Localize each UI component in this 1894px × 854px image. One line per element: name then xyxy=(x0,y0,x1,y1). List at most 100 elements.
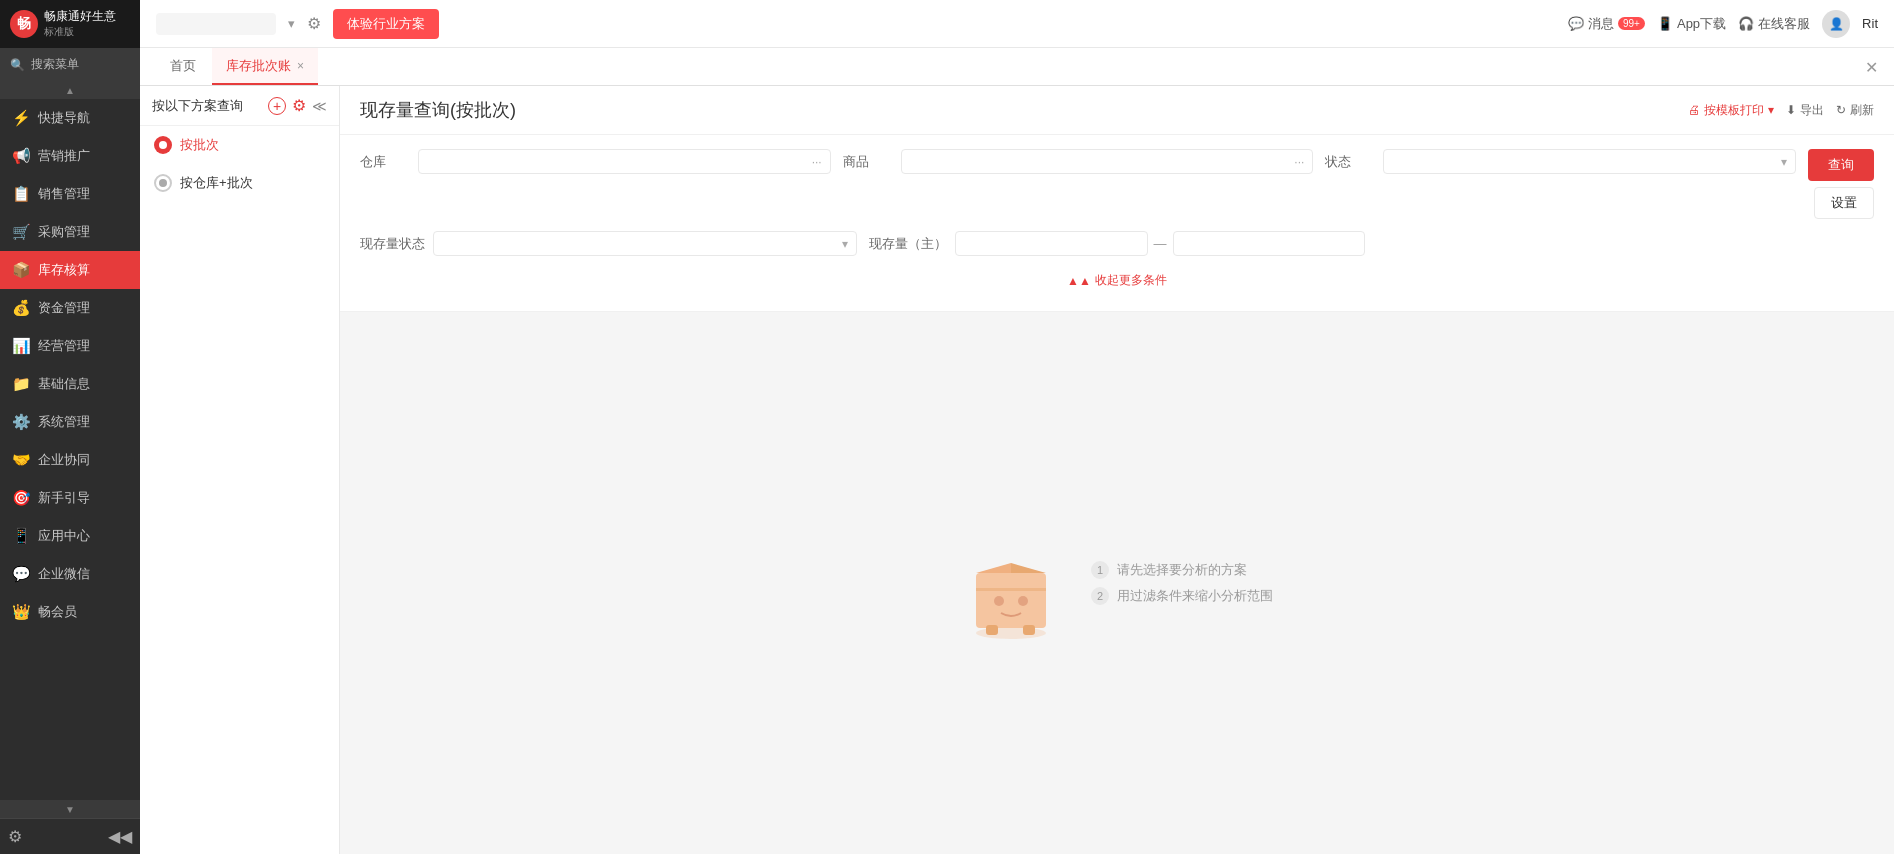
collapse-bar[interactable]: ▲▲ 收起更多条件 xyxy=(360,264,1874,297)
print-dropdown-icon[interactable]: ▾ xyxy=(1768,103,1774,117)
export-button[interactable]: ⬇ 导出 xyxy=(1786,102,1824,119)
sidebar-item-system[interactable]: ⚙️ 系统管理 xyxy=(0,403,140,441)
member-icon: 👑 xyxy=(12,603,30,621)
sidebar-scroll-up[interactable]: ▲ xyxy=(0,81,140,99)
stock-status-wrap: ▾ xyxy=(433,231,857,256)
svg-marker-3 xyxy=(976,563,1011,573)
warehouse-input-wrap: ··· xyxy=(418,149,831,174)
sidebar-item-marketing[interactable]: 📢 营销推广 xyxy=(0,137,140,175)
tab-home[interactable]: 首页 xyxy=(156,48,210,85)
topbar-settings-icon[interactable]: ⚙ xyxy=(307,14,321,33)
sidebar-item-wechat[interactable]: 💬 企业微信 xyxy=(0,555,140,593)
app-title: 畅康通好生意 xyxy=(44,9,116,25)
sidebar-nav: ⚡ 快捷导航 📢 营销推广 📋 销售管理 🛒 采购管理 📦 库存核算 💰 资金管… xyxy=(0,99,140,800)
plan-item-by-warehouse[interactable]: 按仓库+批次 xyxy=(140,164,339,202)
main-area: ▾ ⚙ 体验行业方案 💬 消息 99+ 📱 App下载 🎧 在线客服 👤 Rit… xyxy=(140,0,1894,854)
messages-action[interactable]: 💬 消息 99+ xyxy=(1568,15,1645,33)
wechat-icon: 💬 xyxy=(12,565,30,583)
sidebar-search-item[interactable]: 🔍 搜索菜单 xyxy=(0,48,140,81)
topbar-dropdown-icon[interactable]: ▾ xyxy=(288,16,295,31)
refresh-button[interactable]: ↻ 刷新 xyxy=(1836,102,1874,119)
settings-plan-icon[interactable]: ⚙ xyxy=(292,96,306,115)
sidebar-item-enterprise[interactable]: 🤝 企业协同 xyxy=(0,441,140,479)
goods-more-icon[interactable]: ··· xyxy=(1294,155,1304,169)
left-panel-actions: + ⚙ ≪ xyxy=(268,96,327,115)
sidebar-item-label: 系统管理 xyxy=(38,413,90,431)
tabbar-close-button[interactable]: ✕ xyxy=(1865,57,1878,76)
stock-status-dropdown[interactable]: ▾ xyxy=(842,237,848,251)
hint-text-1: 请先选择要分析的方案 xyxy=(1117,561,1247,579)
collapse-sidebar-icon[interactable]: ◀◀ xyxy=(108,827,132,846)
sidebar-item-quick-nav[interactable]: ⚡ 快捷导航 xyxy=(0,99,140,137)
settings-icon[interactable]: ⚙ xyxy=(8,827,22,846)
stock-status-input[interactable] xyxy=(442,236,838,251)
user-avatar[interactable]: 👤 xyxy=(1822,10,1850,38)
phone-icon: 📱 xyxy=(1657,16,1673,31)
goods-input[interactable] xyxy=(910,154,1291,169)
tab-home-label: 首页 xyxy=(170,57,196,75)
svg-rect-9 xyxy=(1023,625,1035,635)
left-panel: 按以下方案查询 + ⚙ ≪ 按批次 按仓库+批次 xyxy=(140,86,340,854)
empty-state: 1 请先选择要分析的方案 2 用过滤条件来缩小分析范围 xyxy=(340,312,1894,854)
tab-close-icon[interactable]: × xyxy=(297,60,304,72)
sidebar-item-basics[interactable]: 📁 基础信息 xyxy=(0,365,140,403)
collapse-up-icon: ▲▲ xyxy=(1067,274,1091,288)
sidebar-item-finance[interactable]: 💰 资金管理 xyxy=(0,289,140,327)
status-input[interactable] xyxy=(1392,154,1777,169)
query-button[interactable]: 查询 xyxy=(1808,149,1874,181)
trial-button[interactable]: 体验行业方案 xyxy=(333,9,439,39)
finance-icon: 💰 xyxy=(12,299,30,317)
sidebar-item-label: 销售管理 xyxy=(38,185,90,203)
empty-text-area: 1 请先选择要分析的方案 2 用过滤条件来缩小分析范围 xyxy=(1091,561,1273,605)
sidebar-item-newbie[interactable]: 🎯 新手引导 xyxy=(0,479,140,517)
status-dropdown-icon[interactable]: ▾ xyxy=(1781,155,1787,169)
sidebar-item-label: 营销推广 xyxy=(38,147,90,165)
hint-num-1: 1 xyxy=(1091,561,1109,579)
svg-rect-8 xyxy=(986,625,998,635)
stock-status-label: 现存量状态 xyxy=(360,235,425,253)
stock-qty-to-wrap xyxy=(1173,231,1366,256)
hint-num-2: 2 xyxy=(1091,587,1109,605)
tab-inventory-batch[interactable]: 库存批次账 × xyxy=(212,48,318,85)
topbar-search-input[interactable] xyxy=(166,17,246,31)
app-download-action[interactable]: 📱 App下载 xyxy=(1657,15,1726,33)
add-plan-icon[interactable]: + xyxy=(268,97,286,115)
sidebar-item-label: 新手引导 xyxy=(38,489,90,507)
refresh-icon: ↻ xyxy=(1836,103,1846,117)
plan-item-by-batch[interactable]: 按批次 xyxy=(140,126,339,164)
app-version: 标准版 xyxy=(44,25,116,39)
stock-qty-from-input[interactable] xyxy=(964,236,1139,251)
status-label: 状态 xyxy=(1325,153,1375,171)
service-icon: 🎧 xyxy=(1738,16,1754,31)
topbar-search-box[interactable] xyxy=(156,13,276,35)
app-download-label: App下载 xyxy=(1677,15,1726,33)
settings-button[interactable]: 设置 xyxy=(1814,187,1874,219)
collapse-label: 收起更多条件 xyxy=(1095,272,1167,289)
empty-box-svg xyxy=(961,533,1061,643)
stock-qty-to-input[interactable] xyxy=(1182,236,1357,251)
svg-point-7 xyxy=(1018,596,1028,606)
sidebar-scroll-down[interactable]: ▼ xyxy=(0,800,140,818)
online-service-action[interactable]: 🎧 在线客服 xyxy=(1738,15,1810,33)
app-info: 畅康通好生意 标准版 xyxy=(44,9,116,39)
stock-qty-label: 现存量（主） xyxy=(869,235,947,253)
warehouse-input[interactable] xyxy=(427,154,808,169)
sidebar-item-purchase[interactable]: 🛒 采购管理 xyxy=(0,213,140,251)
sidebar-item-member[interactable]: 👑 畅会员 xyxy=(0,593,140,631)
sidebar-item-operations[interactable]: 📊 经营管理 xyxy=(0,327,140,365)
sidebar-item-label: 经营管理 xyxy=(38,337,90,355)
warehouse-more-icon[interactable]: ··· xyxy=(812,155,822,169)
goods-input-wrap: ··· xyxy=(901,149,1314,174)
sidebar-item-sales[interactable]: 📋 销售管理 xyxy=(0,175,140,213)
sidebar-item-label: 企业协同 xyxy=(38,451,90,469)
status-input-wrap: ▾ xyxy=(1383,149,1796,174)
plan-dot-inactive xyxy=(154,174,172,192)
enterprise-icon: 🤝 xyxy=(12,451,30,469)
svg-marker-4 xyxy=(1011,563,1046,573)
sidebar-item-inventory[interactable]: 📦 库存核算 xyxy=(0,251,140,289)
sidebar-item-label: 基础信息 xyxy=(38,375,90,393)
print-button[interactable]: 🖨 按模板打印 ▾ xyxy=(1688,102,1774,119)
collapse-panel-icon[interactable]: ≪ xyxy=(312,98,327,114)
sidebar-item-apps[interactable]: 📱 应用中心 xyxy=(0,517,140,555)
sidebar-item-label: 应用中心 xyxy=(38,527,90,545)
